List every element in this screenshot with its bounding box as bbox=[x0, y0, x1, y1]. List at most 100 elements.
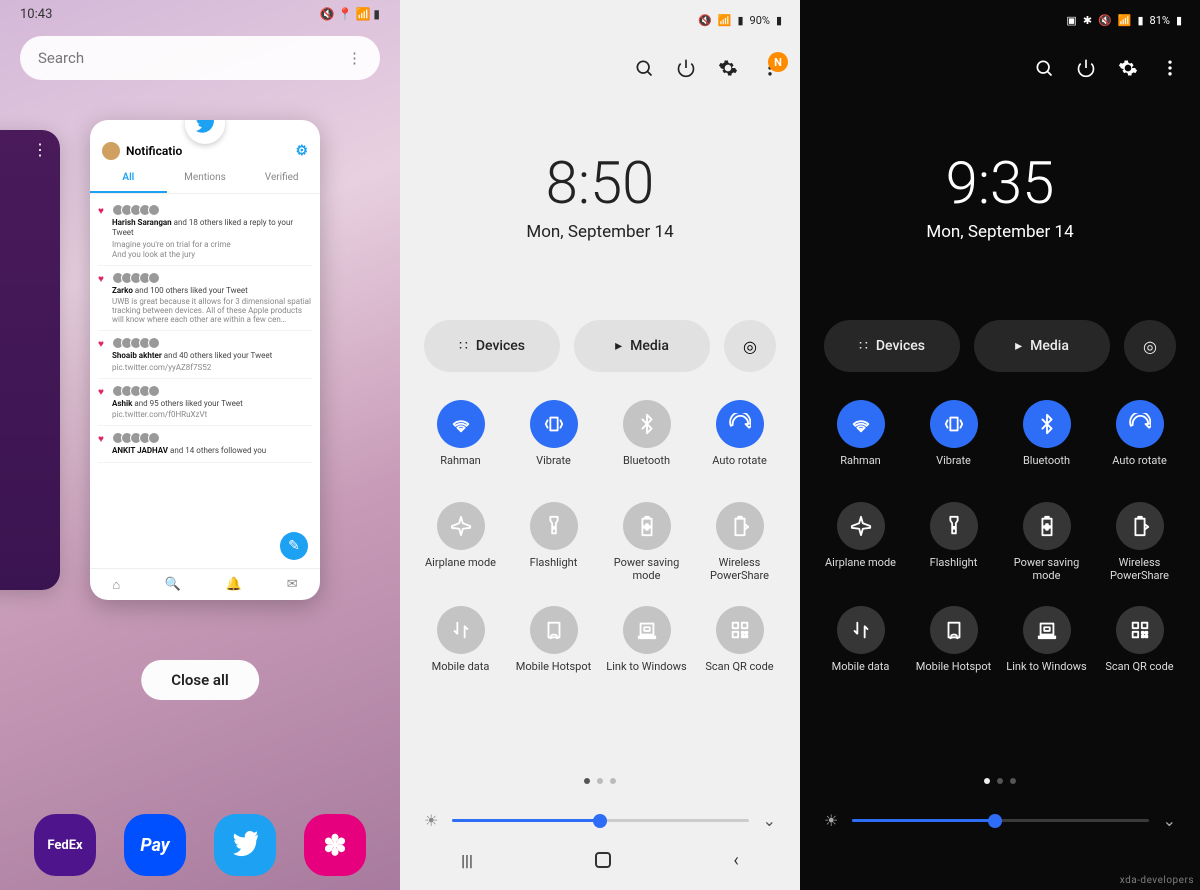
qs-tile-label: Rahman bbox=[840, 454, 881, 478]
qs-tile-powershare[interactable]: Wireless PowerShare bbox=[1093, 502, 1186, 582]
qs-tile-bluetooth[interactable]: Bluetooth bbox=[600, 400, 693, 478]
qs-tile-hotspot[interactable]: Mobile Hotspot bbox=[907, 606, 1000, 684]
gear-icon[interactable]: ⚙ bbox=[295, 143, 308, 159]
brightness-slider[interactable]: ☀ ⌄ bbox=[824, 811, 1176, 830]
compose-button[interactable]: ✎ bbox=[280, 532, 308, 560]
recents-nav-icon[interactable]: ||| bbox=[461, 851, 473, 870]
qs-tile-qr[interactable]: Scan QR code bbox=[693, 606, 786, 684]
media-output-button[interactable]: ◎ bbox=[1124, 320, 1176, 372]
qs-tile-mobiledata[interactable]: Mobile data bbox=[814, 606, 907, 684]
heart-icon: ♥ bbox=[98, 339, 104, 350]
airplane-icon bbox=[837, 502, 885, 550]
power-icon[interactable] bbox=[676, 58, 696, 78]
qs-tile-wifi[interactable]: Rahman bbox=[814, 400, 907, 478]
qs-tile-mobiledata[interactable]: Mobile data bbox=[414, 606, 507, 684]
mail-icon[interactable]: ✉ bbox=[287, 577, 298, 592]
device-media-row: ∷ Devices ▸ Media ◎ bbox=[424, 320, 776, 372]
finder-search[interactable]: Search ⋮ bbox=[20, 36, 380, 80]
devices-button[interactable]: ∷ Devices bbox=[824, 320, 960, 372]
qs-tile-label: Link to Windows bbox=[1006, 660, 1086, 684]
dock-gallery[interactable]: ✽ bbox=[304, 814, 366, 876]
battery-saver-icon bbox=[623, 502, 671, 550]
qs-tile-flashlight[interactable]: Flashlight bbox=[507, 502, 600, 582]
gear-icon[interactable] bbox=[718, 58, 738, 78]
qs-tile-label: Auto rotate bbox=[1112, 454, 1167, 478]
qs-tile-label: Wireless PowerShare bbox=[1093, 556, 1186, 582]
qs-tile-airplane[interactable]: Airplane mode bbox=[814, 502, 907, 582]
qs-tile-battery-saver[interactable]: Power saving mode bbox=[1000, 502, 1093, 582]
qs-tile-label: Mobile data bbox=[432, 660, 490, 684]
recent-card-peek[interactable]: ⋮ bbox=[0, 130, 60, 590]
bell-icon[interactable]: 🔔 bbox=[226, 577, 242, 592]
heart-icon: ♥ bbox=[98, 274, 104, 285]
qs-tile-wifi[interactable]: Rahman bbox=[414, 400, 507, 478]
qs-tile-rotate[interactable]: Auto rotate bbox=[1093, 400, 1186, 478]
qr-icon bbox=[716, 606, 764, 654]
powershare-icon bbox=[1116, 502, 1164, 550]
list-item[interactable]: ♥Harish Sarangan and 18 others liked a r… bbox=[98, 198, 312, 266]
media-button[interactable]: ▸ Media bbox=[974, 320, 1110, 372]
qs-tile-vibrate[interactable]: Vibrate bbox=[907, 400, 1000, 478]
tab-all[interactable]: All bbox=[90, 164, 167, 193]
search-icon[interactable]: 🔍 bbox=[165, 577, 181, 592]
qs-tile-powershare[interactable]: Wireless PowerShare bbox=[693, 502, 786, 582]
notification-badge: N bbox=[768, 52, 788, 72]
qs-tile-qr[interactable]: Scan QR code bbox=[1093, 606, 1186, 684]
wifi-icon bbox=[837, 400, 885, 448]
list-item[interactable]: ♥ANKIT JADHAV and 14 others followed you bbox=[98, 426, 312, 463]
qs-tile-airplane[interactable]: Airplane mode bbox=[414, 502, 507, 582]
back-nav-icon[interactable]: ‹ bbox=[733, 850, 738, 871]
search-icon[interactable] bbox=[1034, 58, 1054, 78]
rotate-icon bbox=[716, 400, 764, 448]
more-icon[interactable]: ⋮ bbox=[347, 49, 362, 67]
tab-mentions[interactable]: Mentions bbox=[167, 164, 244, 193]
battery-text: 90% bbox=[750, 14, 770, 27]
gear-icon[interactable] bbox=[1118, 58, 1138, 78]
qs-tile-label: Flashlight bbox=[930, 556, 978, 580]
dock-fedex[interactable]: FedEx bbox=[34, 814, 96, 876]
vibrate-icon: 🔇 bbox=[1098, 14, 1112, 27]
qs-tile-flashlight[interactable]: Flashlight bbox=[907, 502, 1000, 582]
brightness-icon: ☀ bbox=[424, 811, 438, 830]
clock-small: 10:43 bbox=[20, 7, 52, 22]
home-nav-icon[interactable] bbox=[595, 852, 611, 868]
qs-tile-rotate[interactable]: Auto rotate bbox=[693, 400, 786, 478]
qs-tile-label: Power saving mode bbox=[1000, 556, 1093, 582]
more-icon[interactable] bbox=[1160, 58, 1180, 78]
brightness-slider[interactable]: ☀ ⌄ bbox=[424, 811, 776, 830]
qs-tile-bluetooth[interactable]: Bluetooth bbox=[1000, 400, 1093, 478]
battery-icon: ▮ bbox=[1176, 14, 1182, 27]
media-output-button[interactable]: ◎ bbox=[724, 320, 776, 372]
dock-samsungpay[interactable]: Pay bbox=[124, 814, 186, 876]
recent-card-twitter[interactable]: Notificatio ⚙ All Mentions Verified ♥Har… bbox=[90, 120, 320, 600]
more-icon[interactable]: N bbox=[760, 58, 780, 78]
page-dot bbox=[984, 778, 990, 784]
more-icon[interactable]: ⋮ bbox=[32, 140, 50, 158]
qs-tile-label: Airplane mode bbox=[425, 556, 496, 580]
mobiledata-icon bbox=[837, 606, 885, 654]
chevron-down-icon[interactable]: ⌄ bbox=[1163, 811, 1176, 830]
close-all-button[interactable]: Close all bbox=[141, 660, 259, 700]
qs-tile-link[interactable]: Link to Windows bbox=[1000, 606, 1093, 684]
chevron-down-icon[interactable]: ⌄ bbox=[763, 811, 776, 830]
list-item[interactable]: ♥Zarko and 100 others liked your TweetUW… bbox=[98, 266, 312, 331]
status-bar: ▣ ✱ 🔇 📶 ▮ 81% ▮ bbox=[1066, 14, 1182, 27]
qs-tile-vibrate[interactable]: Vibrate bbox=[507, 400, 600, 478]
search-icon[interactable] bbox=[634, 58, 654, 78]
dock-twitter[interactable] bbox=[214, 814, 276, 876]
clock: 9:35 Mon, September 14 bbox=[800, 150, 1200, 242]
media-button[interactable]: ▸ Media bbox=[574, 320, 710, 372]
qs-tiles: RahmanVibrateBluetoothAuto rotate Airplan… bbox=[414, 400, 786, 684]
qs-tile-battery-saver[interactable]: Power saving mode bbox=[600, 502, 693, 582]
list-item[interactable]: ♥Ashik and 95 others liked your Tweetpic… bbox=[98, 379, 312, 426]
power-icon[interactable] bbox=[1076, 58, 1096, 78]
qs-tile-link[interactable]: Link to Windows bbox=[600, 606, 693, 684]
mobiledata-icon bbox=[437, 606, 485, 654]
tab-verified[interactable]: Verified bbox=[243, 164, 320, 193]
page-dot bbox=[597, 778, 603, 784]
qs-tile-hotspot[interactable]: Mobile Hotspot bbox=[507, 606, 600, 684]
home-icon[interactable]: ⌂ bbox=[112, 577, 120, 593]
devices-button[interactable]: ∷ Devices bbox=[424, 320, 560, 372]
close-all-label: Close all bbox=[171, 671, 229, 689]
list-item[interactable]: ♥Shoaib akhter and 40 others liked your … bbox=[98, 331, 312, 378]
